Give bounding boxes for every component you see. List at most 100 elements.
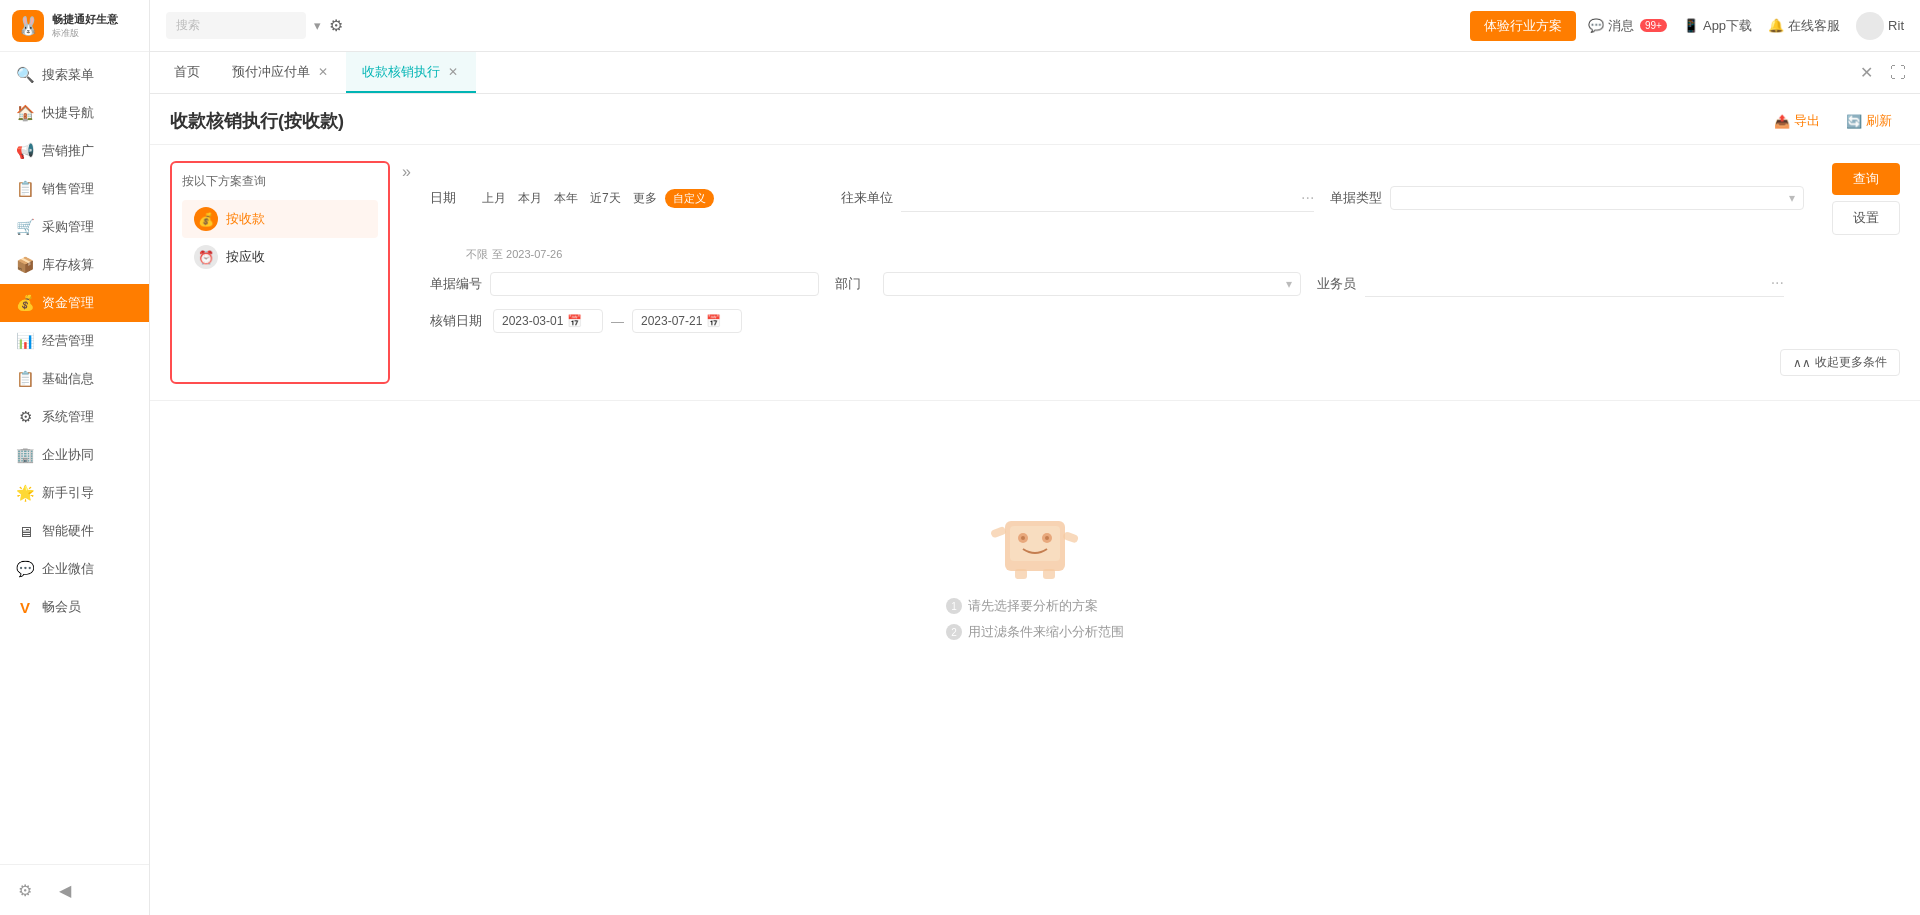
tab-prepay[interactable]: 预付冲应付单 ✕ [216, 52, 346, 93]
svg-point-5 [1045, 536, 1049, 540]
writeoff-end-text: 2023-07-21 [641, 314, 702, 328]
salesman-more-icon[interactable]: ··· [1771, 274, 1784, 292]
date-separator: — [611, 314, 624, 329]
shortcut-custom[interactable]: 自定义 [665, 189, 714, 208]
date-field: 日期 上月 本月 本年 近7天 更多 自定义 [430, 188, 825, 209]
salesman-label: 业务员 [1317, 275, 1357, 293]
salesman-field: 业务员 ··· [1317, 270, 1784, 297]
sidebar-item-inventory[interactable]: 📦 库存核算 [0, 246, 149, 284]
no-limit-text: 不限 [466, 247, 488, 262]
voucher-no-input[interactable] [490, 272, 819, 296]
tab-collection[interactable]: 收款核销执行 ✕ [346, 52, 476, 93]
writeoff-date-label: 核销日期 [430, 312, 485, 330]
shortcut-7days[interactable]: 近7天 [586, 188, 625, 209]
export-btn[interactable]: 📤 导出 [1766, 108, 1828, 134]
finance-icon: 💰 [16, 294, 34, 312]
receivable-option-icon: ⏰ [194, 245, 218, 269]
inventory-icon: 📦 [16, 256, 34, 274]
user-name: Rit [1888, 18, 1904, 33]
sidebar-item-guide[interactable]: 🌟 新手引导 [0, 474, 149, 512]
sidebar-item-enterprise[interactable]: 🏢 企业协同 [0, 436, 149, 474]
tab-bar: 首页 预付冲应付单 ✕ 收款核销执行 ✕ ✕ ⛶ [150, 52, 1920, 94]
online-service-label: 在线客服 [1788, 17, 1840, 35]
tab-bar-actions: ✕ ⛶ [1852, 52, 1912, 93]
shortcut-more[interactable]: 更多 [629, 188, 661, 209]
sidebar-item-marketing[interactable]: 📢 营销推广 [0, 132, 149, 170]
filter-row-1: 日期 上月 本月 本年 近7天 更多 自定义 [430, 161, 1900, 235]
svg-rect-6 [990, 526, 1007, 539]
export-icon: 📤 [1774, 114, 1790, 129]
search-nav-icon: 🔍 [16, 66, 34, 84]
voucher-type-label: 单据类型 [1330, 189, 1382, 207]
message-btn[interactable]: 💬 消息 99+ [1588, 17, 1667, 35]
top-header: 搜索 ▾ ⚙ 体验行业方案 💬 消息 99+ 📱 App下载 🔔 在线客服 Ri… [150, 0, 1920, 52]
tab-home-label: 首页 [174, 63, 200, 81]
sidebar-item-hardware[interactable]: 🖥 智能硬件 [0, 512, 149, 550]
chevron-up-icon: ∧∧ [1793, 356, 1811, 370]
chevron-down-icon[interactable]: ▾ [314, 18, 321, 33]
filter-option-by-collection[interactable]: 💰 按收款 [182, 200, 378, 238]
setting-button[interactable]: 设置 [1832, 201, 1900, 235]
sidebar-item-search[interactable]: 🔍 搜索菜单 [0, 56, 149, 94]
filter-row-2: 单据编号 部门 ▾ 业务员 [430, 270, 1900, 297]
wechat-icon: 💬 [16, 560, 34, 578]
sidebar-item-quick-nav[interactable]: 🏠 快捷导航 [0, 94, 149, 132]
writeoff-end-date[interactable]: 2023-07-21 📅 [632, 309, 742, 333]
sidebar-item-system[interactable]: ⚙ 系统管理 [0, 398, 149, 436]
sidebar-item-label-wechat: 企业微信 [42, 560, 94, 578]
online-service-btn[interactable]: 🔔 在线客服 [1768, 17, 1840, 35]
step-1-num: 1 [946, 598, 962, 614]
logo-name: 畅捷通好生意 [52, 12, 118, 27]
sidebar-item-purchase[interactable]: 🛒 采购管理 [0, 208, 149, 246]
page-header-actions: 📤 导出 🔄 刷新 [1766, 108, 1900, 134]
collapse-more-btn[interactable]: ∧∧ 收起更多条件 [1780, 349, 1900, 376]
sidebar-item-wechat[interactable]: 💬 企业微信 [0, 550, 149, 588]
empty-step-1: 1 请先选择要分析的方案 [946, 597, 1124, 615]
writeoff-start-date[interactable]: 2023-03-01 📅 [493, 309, 603, 333]
gear-icon[interactable]: ⚙ [329, 16, 343, 35]
sidebar-item-label-inventory: 库存核算 [42, 256, 94, 274]
department-select[interactable]: ▾ [883, 272, 1302, 296]
date-to-text: 至 2023-07-26 [492, 247, 562, 262]
date-shortcuts: 上月 本月 本年 近7天 更多 自定义 [478, 188, 714, 209]
sidebar-item-sales[interactable]: 📋 销售管理 [0, 170, 149, 208]
empty-step-2-text: 用过滤条件来缩小分析范围 [968, 623, 1124, 641]
page-title: 收款核销执行(按收款) [170, 109, 344, 133]
tab-prepay-close-icon[interactable]: ✕ [316, 65, 330, 79]
collapse-left-btn[interactable]: » [402, 161, 422, 384]
collapse-sidebar-btn[interactable]: ◀ [50, 875, 80, 905]
counterpart-more-icon[interactable]: ··· [1301, 189, 1314, 207]
sidebar-item-business[interactable]: 📊 经营管理 [0, 322, 149, 360]
shortcut-this-month[interactable]: 本月 [514, 188, 546, 209]
user-menu[interactable]: Rit [1856, 12, 1904, 40]
voucher-no-field: 单据编号 [430, 272, 819, 296]
tab-collection-close-icon[interactable]: ✕ [446, 65, 460, 79]
page-header: 收款核销执行(按收款) 📤 导出 🔄 刷新 [150, 94, 1920, 145]
settings-btn[interactable]: ⚙ [10, 875, 40, 905]
solution-button[interactable]: 体验行业方案 [1470, 11, 1576, 41]
voucher-no-label: 单据编号 [430, 275, 482, 293]
date-info-row: 不限 至 2023-07-26 [466, 247, 1900, 262]
app-download-btn[interactable]: 📱 App下载 [1683, 17, 1752, 35]
query-button[interactable]: 查询 [1832, 163, 1900, 195]
sidebar-item-finance[interactable]: 💰 资金管理 [0, 284, 149, 322]
shortcut-last-month[interactable]: 上月 [478, 188, 510, 209]
filter-actions: 查询 设置 [1832, 161, 1900, 235]
tab-home[interactable]: 首页 [158, 52, 216, 93]
sidebar-item-label-basic-info: 基础信息 [42, 370, 94, 388]
sidebar-item-basic-info[interactable]: 📋 基础信息 [0, 360, 149, 398]
tab-close-all-btn[interactable]: ✕ [1852, 59, 1880, 87]
app-logo: 🐰 畅捷通好生意 标准版 [0, 0, 149, 52]
marketing-icon: 📢 [16, 142, 34, 160]
home-icon: 🏠 [16, 104, 34, 122]
chevron-down-voucher-icon: ▾ [1789, 191, 1795, 205]
shortcut-this-year[interactable]: 本年 [550, 188, 582, 209]
refresh-btn[interactable]: 🔄 刷新 [1838, 108, 1900, 134]
sidebar-item-member[interactable]: V 畅会员 [0, 588, 149, 626]
filter-option-by-receivable[interactable]: ⏰ 按应收 [182, 238, 378, 276]
svg-rect-8 [1015, 569, 1027, 579]
tab-expand-btn[interactable]: ⛶ [1884, 59, 1912, 87]
message-badge: 99+ [1640, 19, 1667, 32]
voucher-type-select[interactable]: ▾ [1390, 186, 1804, 210]
sidebar-item-label-system: 系统管理 [42, 408, 94, 426]
